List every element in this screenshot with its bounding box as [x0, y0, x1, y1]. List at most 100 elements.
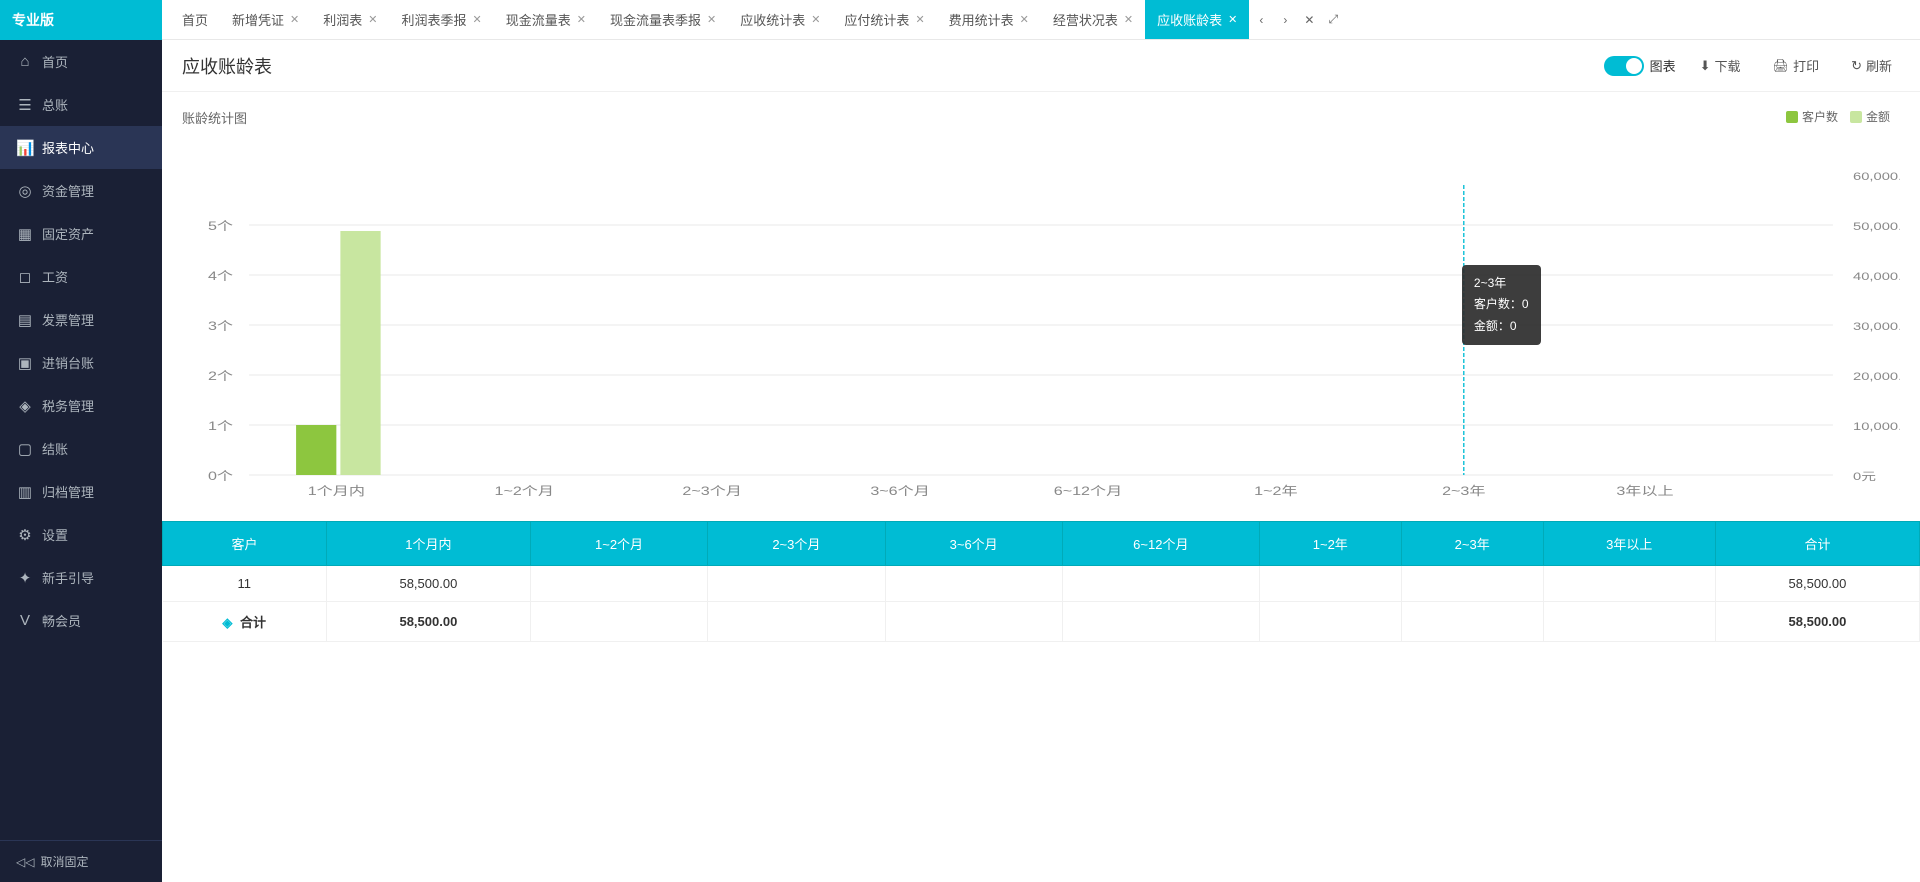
close-tab-profit-quarter[interactable]: ✕: [473, 13, 482, 26]
sidebar-item-archive[interactable]: ▥ 归档管理: [0, 470, 162, 513]
sidebar-item-tax[interactable]: ◈ 税务管理: [0, 384, 162, 427]
tab-next-button[interactable]: ›: [1273, 8, 1297, 32]
tab-prev-button[interactable]: ‹: [1249, 8, 1273, 32]
total-label: ◈ 合计: [163, 602, 327, 642]
page-title: 应收账龄表: [182, 53, 272, 79]
sidebar-item-guide[interactable]: ✦ 新手引导: [0, 556, 162, 599]
tab-profit-quarter[interactable]: 利润表季报 ✕: [389, 0, 493, 40]
cell-customer: 11: [163, 566, 327, 602]
svg-text:1个月内: 1个月内: [308, 485, 365, 499]
page-content: 应收账龄表 图表 ⬇ 下载 🖨 打印 ↻ 刷新: [162, 40, 1920, 882]
sidebar-item-settings[interactable]: ⚙ 设置: [0, 513, 162, 556]
cell-m8: [1543, 566, 1715, 602]
invoice-icon: ▤: [16, 311, 34, 329]
bar-customers-m1: [296, 425, 336, 475]
total-m6: [1259, 602, 1401, 642]
svg-text:5个: 5个: [208, 220, 233, 234]
close-tab-ap-stat[interactable]: ✕: [915, 13, 924, 26]
cell-total: 58,500.00: [1715, 566, 1919, 602]
pin-icon: ◁◁: [16, 855, 34, 869]
close-tab-biz-status[interactable]: ✕: [1124, 13, 1133, 26]
tab-expand-button[interactable]: ⤢: [1321, 8, 1345, 32]
svg-text:0个: 0个: [208, 470, 233, 484]
sidebar-item-fund[interactable]: ◎ 资金管理: [0, 169, 162, 212]
close-tab-profit[interactable]: ✕: [368, 13, 377, 26]
ledger-icon: ☰: [16, 96, 34, 114]
svg-text:20,000.00元: 20,000.00元: [1853, 370, 1900, 383]
svg-text:1个: 1个: [208, 420, 233, 434]
chart-svg-wrapper: 0个 1个 2个 3个 4个 5个 0元 10,000.00元 20,000.0…: [182, 135, 1900, 505]
chart-toggle-label: 图表: [1650, 56, 1676, 75]
sidebar-item-inventory[interactable]: ▣ 进销台账: [0, 341, 162, 384]
sidebar-item-report[interactable]: 📊 报表中心: [0, 126, 162, 169]
svg-text:4个: 4个: [208, 270, 233, 284]
table-total-row: ◈ 合计 58,500.00 58,500.00: [163, 602, 1920, 642]
svg-text:10,000.00元: 10,000.00元: [1853, 420, 1900, 433]
tab-bar: 首页 新增凭证 ✕ 利润表 ✕ 利润表季报 ✕ 现金流量表 ✕ 现金流量表季报 …: [162, 0, 1920, 40]
toggle-track[interactable]: [1604, 56, 1644, 76]
total-m4: [885, 602, 1062, 642]
col-total: 合计: [1715, 522, 1919, 566]
tab-expense-stat[interactable]: 费用统计表 ✕: [937, 0, 1041, 40]
toggle-thumb: [1626, 58, 1642, 74]
sidebar: 专业版 ⌂ 首页 ☰ 总账 📊 报表中心 ◎ 资金管理 ▦ 固定资产 ◻ 工资 …: [0, 0, 162, 882]
tab-ar-aging[interactable]: 应收账龄表 ✕: [1145, 0, 1249, 40]
svg-text:1~2个月: 1~2个月: [495, 485, 554, 499]
total-m1: 58,500.00: [326, 602, 530, 642]
col-customer: 客户: [163, 522, 327, 566]
svg-text:3年以上: 3年以上: [1616, 485, 1673, 499]
sidebar-item-salary[interactable]: ◻ 工资: [0, 255, 162, 298]
close-tab-voucher[interactable]: ✕: [290, 13, 299, 26]
main-area: 首页 新增凭证 ✕ 利润表 ✕ 利润表季报 ✕ 现金流量表 ✕ 现金流量表季报 …: [162, 0, 1920, 882]
tab-cashflow[interactable]: 现金流量表 ✕: [494, 0, 598, 40]
tab-ar-stat[interactable]: 应收统计表 ✕: [728, 0, 832, 40]
sidebar-logo: 专业版: [0, 0, 162, 40]
download-icon: ⬇: [1700, 58, 1711, 74]
table-header-row: 客户 1个月内 1~2个月 2~3个月 3~6个月 6~12个月 1~2年 2~…: [163, 522, 1920, 566]
close-tab-expense-stat[interactable]: ✕: [1020, 13, 1029, 26]
legend-customers-dot: [1786, 111, 1798, 123]
col-m7: 2~3年: [1401, 522, 1543, 566]
sidebar-item-home[interactable]: ⌂ 首页: [0, 40, 162, 83]
sidebar-item-asset[interactable]: ▦ 固定资产: [0, 212, 162, 255]
tab-home[interactable]: 首页: [170, 0, 220, 40]
sidebar-item-invoice[interactable]: ▤ 发票管理: [0, 298, 162, 341]
tab-biz-status[interactable]: 经营状况表 ✕: [1041, 0, 1145, 40]
close-tab-cashflow[interactable]: ✕: [577, 13, 586, 26]
col-m4: 3~6个月: [885, 522, 1062, 566]
total-icon: ◈: [222, 615, 232, 630]
sidebar-item-ledger[interactable]: ☰ 总账: [0, 83, 162, 126]
svg-text:3~6个月: 3~6个月: [870, 485, 929, 499]
svg-text:30,000.00元: 30,000.00元: [1853, 320, 1900, 333]
tab-ap-stat[interactable]: 应付统计表 ✕: [832, 0, 936, 40]
sidebar-item-vip[interactable]: V 畅会员: [0, 599, 162, 642]
cell-m4: [885, 566, 1062, 602]
chart-svg: 0个 1个 2个 3个 4个 5个 0元 10,000.00元 20,000.0…: [182, 135, 1900, 505]
bar-amount-m1: [340, 231, 380, 475]
svg-text:60,000.00元: 60,000.00元: [1853, 170, 1900, 183]
legend-amount: 金额: [1850, 108, 1890, 125]
tab-cashflow-quarter[interactable]: 现金流量表季报 ✕: [598, 0, 728, 40]
print-button[interactable]: 🖨 打印: [1765, 52, 1828, 79]
close-tab-ar-stat[interactable]: ✕: [811, 13, 820, 26]
fund-icon: ◎: [16, 182, 34, 200]
download-button[interactable]: ⬇ 下载: [1692, 52, 1749, 79]
total-m3: [708, 602, 885, 642]
settings-icon: ⚙: [16, 526, 34, 544]
tab-voucher[interactable]: 新增凭证 ✕: [220, 0, 311, 40]
cell-m6: [1259, 566, 1401, 602]
total-m7: [1401, 602, 1543, 642]
sidebar-item-closing[interactable]: ▢ 结账: [0, 427, 162, 470]
refresh-button[interactable]: ↻ 刷新: [1843, 52, 1900, 79]
col-m6: 1~2年: [1259, 522, 1401, 566]
pin-toggle-button[interactable]: ◁◁ 取消固定: [0, 840, 162, 882]
tab-profit[interactable]: 利润表 ✕: [311, 0, 389, 40]
total-m5: [1062, 602, 1259, 642]
aging-table: 客户 1个月内 1~2个月 2~3个月 3~6个月 6~12个月 1~2年 2~…: [162, 521, 1920, 642]
close-tab-ar-aging[interactable]: ✕: [1228, 13, 1237, 26]
total-total: 58,500.00: [1715, 602, 1919, 642]
close-tab-cashflow-quarter[interactable]: ✕: [707, 13, 716, 26]
salary-icon: ◻: [16, 268, 34, 286]
chart-toggle[interactable]: 图表: [1604, 56, 1676, 76]
tab-close-all-button[interactable]: ✕: [1297, 8, 1321, 32]
